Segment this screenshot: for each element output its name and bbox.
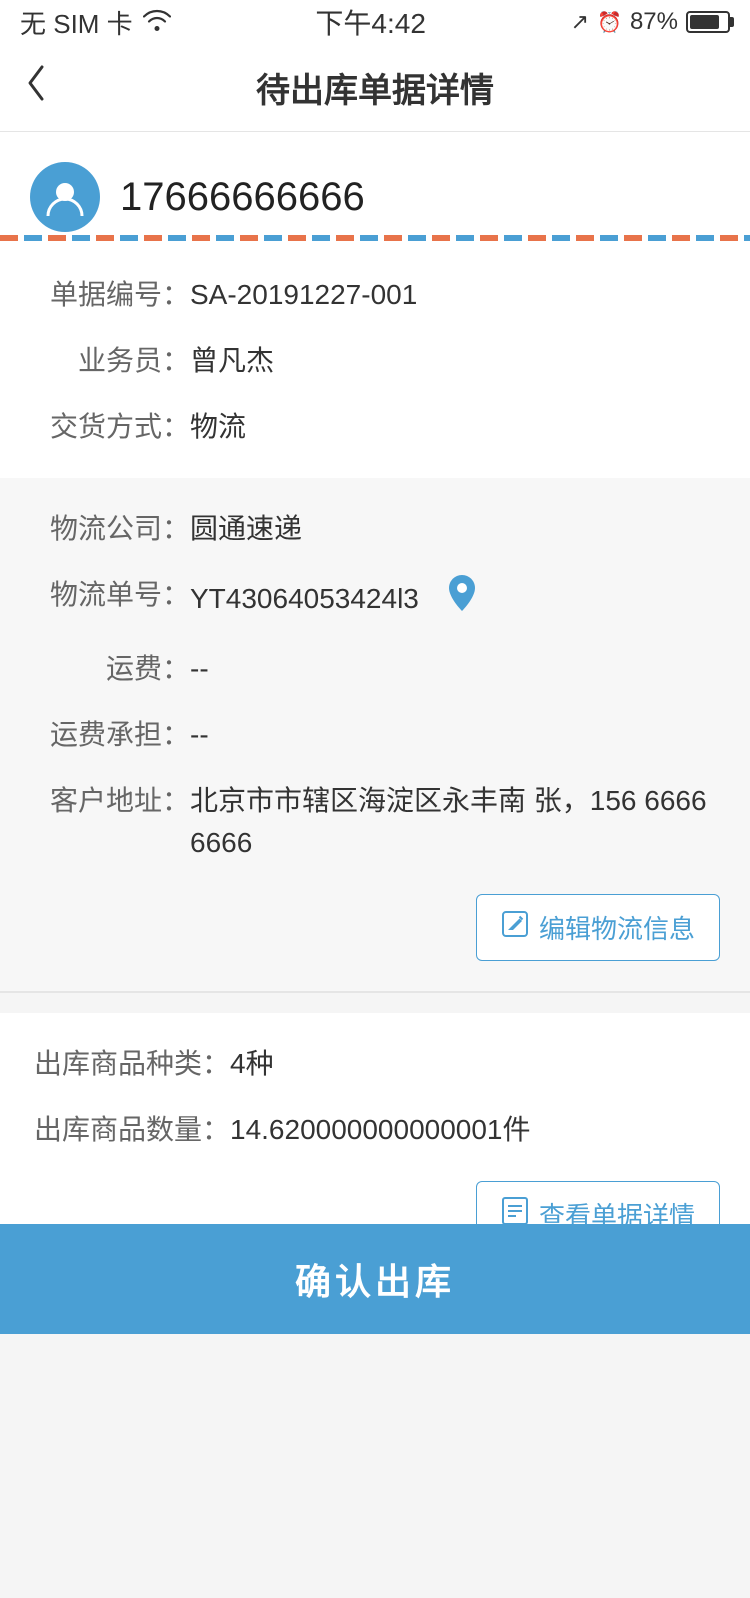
back-button[interactable] [24,63,48,112]
product-qty-label: 出库商品数量： [30,1109,230,1151]
logistics-company-value: 圆通速递 [190,508,720,550]
document-no-row: 单据编号： SA-20191227-001 [30,274,720,316]
product-types-row: 出库商品种类： 4种 [30,1043,720,1085]
document-no-label: 单据编号： [30,274,190,316]
nav-bar: 待出库单据详情 [0,44,750,132]
logistics-company-row: 物流公司： 圆通速递 [30,508,720,550]
delivery-method-row: 交货方式： 物流 [30,406,720,448]
edit-logistics-button[interactable]: 编辑物流信息 [476,894,720,961]
delivery-method-label: 交货方式： [30,406,190,448]
basic-info-section: 单据编号： SA-20191227-001 业务员： 曾凡杰 交货方式： 物流 [0,244,750,478]
battery-icon [686,11,730,33]
freight-bearer-label: 运费承担： [30,714,190,756]
avatar [30,162,100,232]
address-row: 客户地址： 北京市市辖区海淀区永丰南 张，156 6666 6666 [30,780,720,864]
tracking-label: 物流单号： [30,574,190,616]
content-area: 17666666666 单据编号： SA-20191227-001 业务员： 曾… [0,132,750,1598]
dashed-divider [0,232,750,244]
logistics-company-label: 物流公司： [30,508,190,550]
status-left: 无 SIM 卡 [20,4,171,41]
freight-row: 运费： -- [30,648,720,690]
address-value: 北京市市辖区海淀区永丰南 张，156 6666 6666 [190,780,720,864]
salesman-value: 曾凡杰 [190,340,720,382]
delivery-method-value: 物流 [190,406,720,448]
edit-logistics-label: 编辑物流信息 [539,909,695,946]
tracking-number: YT43064053424l3 [190,578,419,620]
document-no-value: SA-20191227-001 [190,274,720,316]
product-types-label: 出库商品种类： [30,1043,230,1085]
user-phone: 17666666666 [120,175,365,220]
time-display: 下午4:42 [315,2,426,42]
salesman-label: 业务员： [30,340,190,382]
freight-value: -- [190,648,720,690]
location-icon: ↗ [571,9,589,35]
logistics-card: 物流公司： 圆通速递 物流单号： YT43064053424l3 运费： -- … [0,478,750,991]
salesman-row: 业务员： 曾凡杰 [30,340,720,382]
freight-bearer-value: -- [190,714,720,756]
product-types-value: 4种 [230,1043,720,1085]
section-separator [0,991,750,993]
tracking-value: YT43064053424l3 [190,574,720,624]
location-map-icon[interactable] [445,574,479,624]
product-qty-value: 14.620000000000001件 [230,1109,720,1151]
wifi-icon [143,7,171,38]
product-qty-row: 出库商品数量： 14.620000000000001件 [30,1109,720,1151]
freight-bearer-row: 运费承担： -- [30,714,720,756]
alarm-icon: ⏰ [597,10,622,35]
address-label: 客户地址： [30,780,190,822]
status-bar: 无 SIM 卡 下午4:42 ↗ ⏰ 87% [0,0,750,44]
confirm-button[interactable]: 确认出库 [0,1224,750,1334]
confirm-button-label: 确认出库 [295,1253,455,1305]
tracking-row: 物流单号： YT43064053424l3 [30,574,720,624]
status-right: ↗ ⏰ 87% [571,8,730,36]
edit-icon [501,910,529,945]
battery-percent: 87% [630,8,678,36]
user-card: 17666666666 [0,132,750,232]
page-title: 待出库单据详情 [256,63,494,112]
freight-label: 运费： [30,648,190,690]
edit-btn-container: 编辑物流信息 [30,894,720,961]
carrier-text: 无 SIM 卡 [20,4,133,41]
